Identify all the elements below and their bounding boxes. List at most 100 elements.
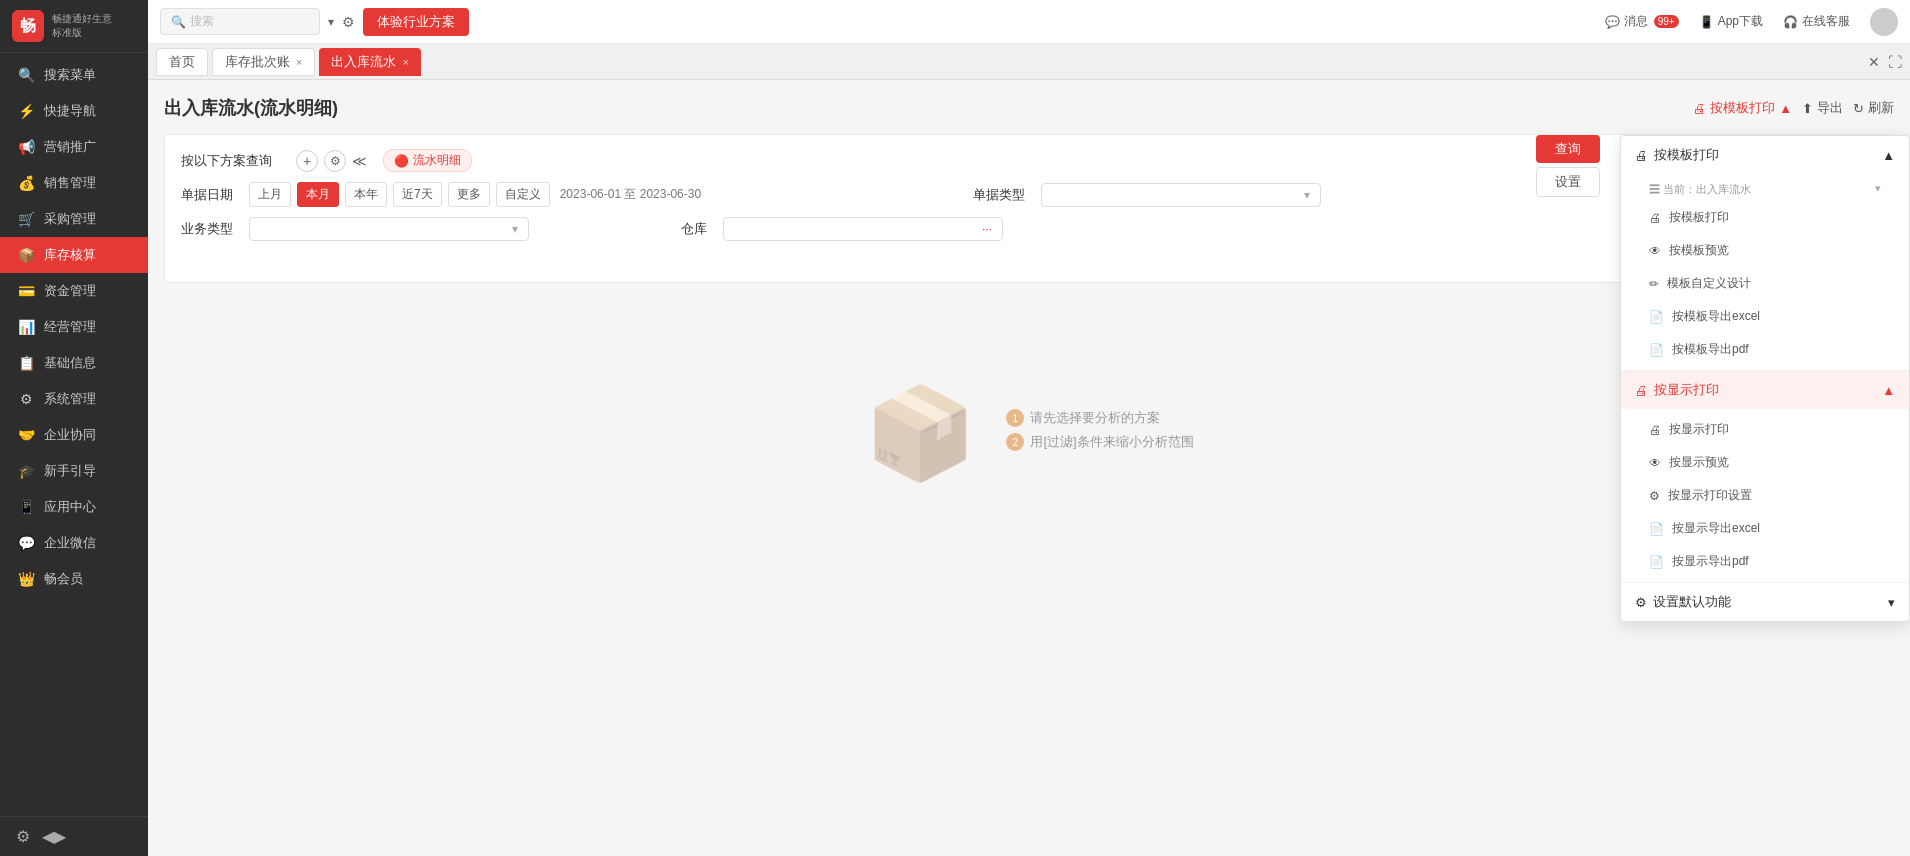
template-excel-item[interactable]: 📄 按模板导出excel (1621, 300, 1909, 333)
sidebar-item-quick[interactable]: ⚡快捷导航 (0, 93, 148, 129)
date-btn-本月[interactable]: 本月 (297, 182, 339, 207)
tab-batch[interactable]: 库存批次账× (212, 48, 315, 76)
doc-type-chevron: ▾ (1304, 188, 1310, 202)
message-item[interactable]: 💬 消息 99+ (1605, 13, 1679, 30)
filter-setting-btn[interactable]: ⚙ (324, 150, 346, 172)
business-type-select[interactable]: ▾ (249, 217, 529, 241)
template-print-header[interactable]: 🖨 按模板打印 ▲ (1621, 136, 1909, 174)
display-excel-icon: 📄 (1649, 522, 1664, 536)
sidebar-icon-system: ⚙ (16, 391, 36, 407)
sidebar-icon-collab: 🤝 (16, 427, 36, 443)
filter-tag: 🔴 流水明细 (383, 149, 472, 172)
template-custom-item[interactable]: ✏ 模板自定义设计 (1621, 267, 1909, 300)
display-pdf-icon: 📄 (1649, 555, 1664, 569)
template-print-item[interactable]: 🖨 按模板打印 (1621, 201, 1909, 234)
template-preview-item[interactable]: 👁 按模板预览 (1621, 234, 1909, 267)
sidebar-icon-basic: 📋 (16, 355, 36, 371)
sidebar-item-inventory[interactable]: 📦库存核算 (0, 237, 148, 273)
collapse-sidebar-icon[interactable]: ◀▶ (42, 827, 66, 846)
sidebar-item-member[interactable]: 👑畅会员 (0, 561, 148, 597)
template-pdf-item[interactable]: 📄 按模板导出pdf (1621, 333, 1909, 366)
sidebar-item-wechat[interactable]: 💬 企业微信 (0, 525, 148, 561)
tab-home[interactable]: 首页 (156, 48, 208, 76)
sidebar-item-finance[interactable]: 💳资金管理 (0, 273, 148, 309)
date-btn-近7天[interactable]: 近7天 (393, 182, 442, 207)
sidebar-item-guide[interactable]: 🎓新手引导 (0, 453, 148, 489)
date-btn-上月[interactable]: 上月 (249, 182, 291, 207)
tab-expand-icon[interactable]: ⛶ (1888, 54, 1902, 70)
sidebar-label-wechat: 企业微信 (44, 534, 96, 552)
filter-collapse-icon[interactable]: ≪ (352, 153, 367, 169)
display-print-header[interactable]: 🖨 按显示打印 ▲ (1621, 371, 1909, 409)
dropdown-panel: 🖨 按模板打印 ▲ ☰ 当前：出入库流水 ▾ 🖨 按模板打印 (1620, 135, 1910, 622)
topbar-gear-icon[interactable]: ⚙ (342, 14, 355, 30)
sidebar-label-system: 系统管理 (44, 390, 96, 408)
tab-label-flow: 出入库流水 (331, 53, 396, 71)
sidebar-label-basic: 基础信息 (44, 354, 96, 372)
date-btn-自定义[interactable]: 自定义 (496, 182, 550, 207)
query-btn[interactable]: 查询 (1536, 135, 1600, 163)
filter-add-btn[interactable]: + (296, 150, 318, 172)
sidebar-item-system[interactable]: ⚙ 系统管理 (0, 381, 148, 417)
online-service-item[interactable]: 🎧 在线客服 (1783, 13, 1850, 30)
sidebar-icon-wechat: 💬 (16, 535, 36, 551)
default-chevron: ▾ (1888, 595, 1895, 610)
sidebar-item-sales[interactable]: 💰销售管理 (0, 165, 148, 201)
tab-label-home: 首页 (169, 53, 195, 71)
user-avatar[interactable] (1870, 8, 1898, 36)
trial-btn[interactable]: 体验行业方案 (363, 8, 469, 36)
display-preview-item[interactable]: 👁 按显示预览 (1621, 446, 1909, 479)
excel-icon: 📄 (1649, 310, 1664, 324)
default-section-header[interactable]: ⚙ 设置默认功能 ▾ (1621, 583, 1909, 621)
sidebar-icon-apps: 📱 (16, 499, 36, 515)
doc-type-select[interactable]: ▾ (1041, 183, 1321, 207)
sidebar-icon-member: 👑 (16, 571, 36, 587)
template-print-btn[interactable]: 🖨 按模板打印 ▲ (1693, 99, 1792, 117)
current-label: ☰ 当前：出入库流水 ▾ (1621, 178, 1909, 201)
sidebar-icon-marketing: 📢 (16, 139, 36, 155)
topbar-dropdown-arrow[interactable]: ▾ (328, 15, 334, 29)
sidebar-item-search[interactable]: 🔍搜索菜单 (0, 57, 148, 93)
sidebar-icon-operation: 📊 (16, 319, 36, 335)
page-title: 出入库流水(流水明细) (164, 96, 338, 120)
tab-close-batch[interactable]: × (296, 56, 302, 68)
settings-icon[interactable]: ⚙ (16, 827, 30, 846)
setting-result-btn[interactable]: 设置 (1536, 167, 1600, 197)
sidebar-item-operation[interactable]: 📊经营管理 (0, 309, 148, 345)
tabbar: 首页库存批次账× 出入库流水 × ✕ ⛶ (148, 44, 1910, 80)
print-icon: 🖨 (1649, 211, 1661, 225)
sidebar-label-finance: 资金管理 (44, 282, 96, 300)
tab-close-flow[interactable]: × (402, 56, 408, 68)
tab-flow[interactable]: 出入库流水 × (319, 48, 420, 76)
sidebar-item-basic[interactable]: 📋 基础信息 (0, 345, 148, 381)
template-print-section: 🖨 按模板打印 ▲ ☰ 当前：出入库流水 ▾ 🖨 按模板打印 (1621, 136, 1909, 371)
design-icon: ✏ (1649, 277, 1659, 291)
display-pdf-item[interactable]: 📄 按显示导出pdf (1621, 545, 1909, 578)
display-print-item[interactable]: 🖨 按显示打印 (1621, 413, 1909, 446)
display-excel-item[interactable]: 📄 按显示导出excel (1621, 512, 1909, 545)
refresh-btn[interactable]: ↻ 刷新 (1853, 99, 1894, 117)
display-print-section: 🖨 按显示打印 ▲ 🖨 按显示打印 👁 按显示预览 ⚙ (1621, 371, 1909, 583)
tab-close-window-icon[interactable]: ✕ (1868, 54, 1880, 70)
sidebar-item-marketing[interactable]: 📢 营销推广 (0, 129, 148, 165)
display-settings-item[interactable]: ⚙ 按显示打印设置 (1621, 479, 1909, 512)
page-content: 出入库流水(流水明细) 🖨 按模板打印 ▲ ⬆ 导出 ↻ 刷新 (148, 80, 1910, 856)
date-btn-本年[interactable]: 本年 (345, 182, 387, 207)
export-btn[interactable]: ⬆ 导出 (1802, 99, 1843, 117)
app-download-item[interactable]: 📱 App下载 (1699, 13, 1763, 30)
topbar-search[interactable]: 🔍 搜索 (160, 8, 320, 35)
sidebar-item-apps[interactable]: 📱 应用中心 (0, 489, 148, 525)
sidebar-label-apps: 应用中心 (44, 498, 96, 516)
sidebar: 畅 畅捷通好生意 标准版 🔍搜索菜单⚡快捷导航📢营销推广💰销售管理🛒采购管理📦库… (0, 0, 148, 856)
tabbar-right: ✕ ⛶ (1868, 54, 1902, 70)
preview-icon: 👁 (1649, 244, 1661, 258)
warehouse-select[interactable]: ··· (723, 217, 1003, 241)
sidebar-label-marketing: 营销推广 (44, 138, 96, 156)
sidebar-label-inventory: 库存核算 (44, 246, 96, 264)
message-icon: 💬 (1605, 15, 1620, 29)
sidebar-item-purchase[interactable]: 🛒采购管理 (0, 201, 148, 237)
printer-section-icon: 🖨 (1635, 148, 1648, 163)
date-btn-更多[interactable]: 更多 (448, 182, 490, 207)
sidebar-item-collab[interactable]: 🤝企业协同 (0, 417, 148, 453)
page-actions: 🖨 按模板打印 ▲ ⬆ 导出 ↻ 刷新 (1693, 99, 1894, 117)
